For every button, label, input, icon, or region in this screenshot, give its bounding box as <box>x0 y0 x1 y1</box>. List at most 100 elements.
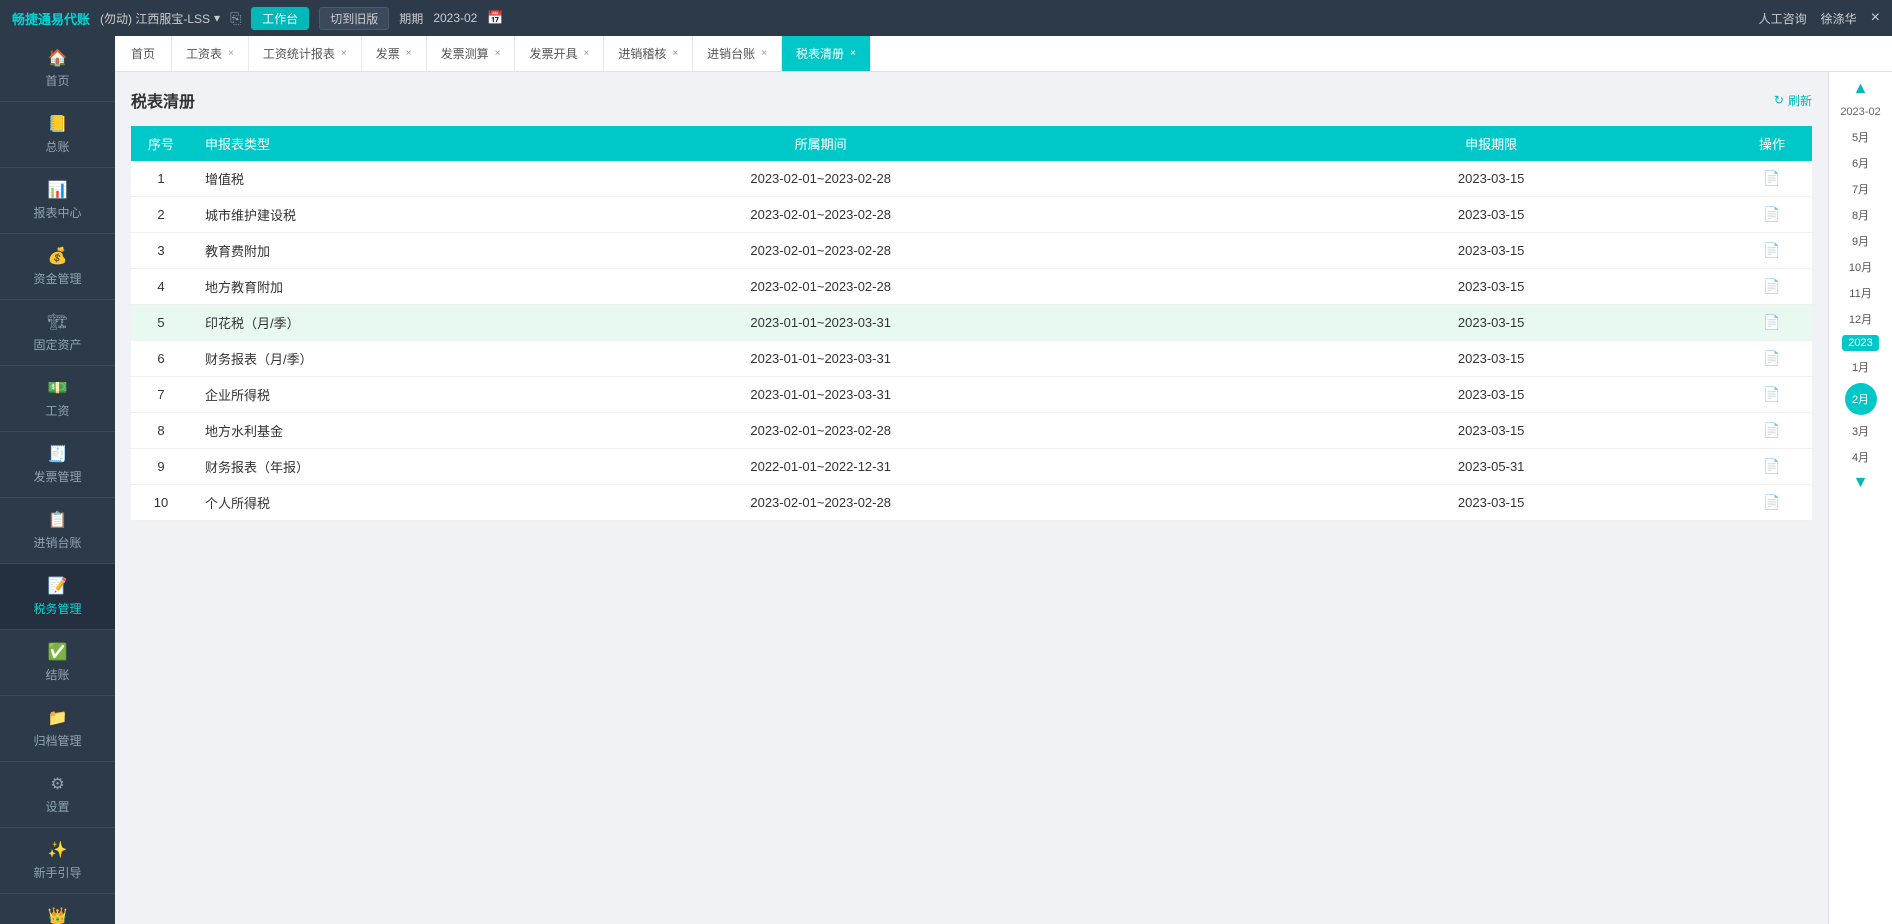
right-panel-month-2022-4[interactable]: 9月 <box>1837 228 1885 254</box>
action-icon-1[interactable]: 📄 <box>1763 206 1780 222</box>
right-panel-month-2023-1[interactable]: 2月 <box>1845 383 1877 415</box>
sidebar-item-5[interactable]: 💵 工资 <box>0 366 115 432</box>
action-icon-2[interactable]: 📄 <box>1763 242 1780 258</box>
table-row: 3 教育费附加 2023-02-01~2023-02-28 2023-03-15… <box>131 233 1812 269</box>
row-id-7: 8 <box>131 413 191 449</box>
copy-icon[interactable]: ⎘ <box>230 10 241 27</box>
row-action-9[interactable]: 📄 <box>1732 485 1812 521</box>
tab-close-5[interactable]: × <box>583 48 589 59</box>
sidebar-icon-1: 📒 <box>48 114 68 134</box>
tab-4[interactable]: 发票测算× <box>427 36 516 72</box>
switch-old-button[interactable]: 切到旧版 <box>319 7 389 30</box>
tab-close-4[interactable]: × <box>495 48 501 59</box>
tab-0[interactable]: 首页 <box>115 36 172 72</box>
sidebar-item-6[interactable]: 🧾 发票管理 <box>0 432 115 498</box>
row-type-2: 教育费附加 <box>191 233 391 269</box>
year-2023-badge[interactable]: 2023 <box>1842 335 1878 351</box>
row-action-3[interactable]: 📄 <box>1732 269 1812 305</box>
tab-close-6[interactable]: × <box>672 48 678 59</box>
sidebar-icon-10: 📁 <box>48 708 68 728</box>
right-panel-month-2022-0[interactable]: 5月 <box>1837 124 1885 150</box>
workbench-button[interactable]: 工作台 <box>251 7 309 30</box>
tab-7[interactable]: 进销台账× <box>693 36 782 72</box>
row-action-2[interactable]: 📄 <box>1732 233 1812 269</box>
tab-3[interactable]: 发票 × <box>362 36 427 72</box>
help-button[interactable]: 人工咨询 <box>1759 10 1807 27</box>
row-deadline-5: 2023-03-15 <box>1250 341 1732 377</box>
right-panel-month-2022-3[interactable]: 8月 <box>1837 202 1885 228</box>
row-action-7[interactable]: 📄 <box>1732 413 1812 449</box>
action-icon-6[interactable]: 📄 <box>1763 386 1780 402</box>
row-action-1[interactable]: 📄 <box>1732 197 1812 233</box>
refresh-button[interactable]: ↻ 刷新 <box>1774 92 1812 109</box>
tab-close-8[interactable]: × <box>850 48 856 59</box>
sidebar-item-4[interactable]: 🏗 固定资产 <box>0 300 115 366</box>
tab-1[interactable]: 工资表× <box>172 36 249 72</box>
table-row: 2 城市维护建设税 2023-02-01~2023-02-28 2023-03-… <box>131 197 1812 233</box>
sidebar-item-0[interactable]: 🏠 首页 <box>0 36 115 102</box>
row-action-4[interactable]: 📄 <box>1732 305 1812 341</box>
row-action-6[interactable]: 📄 <box>1732 377 1812 413</box>
sidebar-item-13[interactable]: 👑 畅会员 <box>0 894 115 924</box>
right-panel-up-chevron[interactable]: ▲ <box>1849 76 1873 102</box>
user-button[interactable]: 徐涤华 <box>1821 10 1857 27</box>
table-row: 4 地方教育附加 2023-02-01~2023-02-28 2023-03-1… <box>131 269 1812 305</box>
sidebar-item-3[interactable]: 💰 资金管理 <box>0 234 115 300</box>
action-icon-8[interactable]: 📄 <box>1763 458 1780 474</box>
row-action-0[interactable]: 📄 <box>1732 161 1812 197</box>
action-icon-3[interactable]: 📄 <box>1763 278 1780 294</box>
sidebar-item-2[interactable]: 📊 报表中心 <box>0 168 115 234</box>
row-period-0: 2023-02-01~2023-02-28 <box>391 161 1250 197</box>
sidebar-item-12[interactable]: ✨ 新手引导 <box>0 828 115 894</box>
main-layout: 🏠 首页 📒 总账 📊 报表中心 💰 资金管理 🏗 固定资产 💵 工资 🧾 发票… <box>0 36 1892 924</box>
row-action-8[interactable]: 📄 <box>1732 449 1812 485</box>
row-action-5[interactable]: 📄 <box>1732 341 1812 377</box>
sidebar-icon-13: 👑 <box>48 906 68 924</box>
sidebar-item-8[interactable]: 📝 税务管理 <box>0 564 115 630</box>
table-header-0: 序号 <box>131 126 191 161</box>
row-type-6: 企业所得税 <box>191 377 391 413</box>
tab-5[interactable]: 发票开具× <box>515 36 604 72</box>
row-type-9: 个人所得税 <box>191 485 391 521</box>
tab-6[interactable]: 进销稽核× <box>604 36 693 72</box>
right-panel-month-2022-1[interactable]: 6月 <box>1837 150 1885 176</box>
window-close-button[interactable]: × <box>1871 9 1880 27</box>
row-type-3: 地方教育附加 <box>191 269 391 305</box>
action-icon-5[interactable]: 📄 <box>1763 350 1780 366</box>
right-panel-month-2022-2[interactable]: 7月 <box>1837 176 1885 202</box>
sidebar-item-9[interactable]: ✅ 结账 <box>0 630 115 696</box>
sidebar-label-0: 首页 <box>45 72 69 89</box>
right-panel-month-2023-0[interactable]: 1月 <box>1837 354 1885 380</box>
right-panel-month-2022-5[interactable]: 10月 <box>1837 254 1885 280</box>
row-deadline-0: 2023-03-15 <box>1250 161 1732 197</box>
row-id-8: 9 <box>131 449 191 485</box>
action-icon-9[interactable]: 📄 <box>1763 494 1780 510</box>
company-selector[interactable]: (勿动) 江西服宝-LSS ▾ <box>100 10 220 27</box>
right-panel-down-chevron[interactable]: ▼ <box>1849 470 1873 496</box>
right-panel-month-2022-6[interactable]: 11月 <box>1837 280 1885 306</box>
row-period-9: 2023-02-01~2023-02-28 <box>391 485 1250 521</box>
tab-2[interactable]: 工资统计报表× <box>249 36 362 72</box>
tab-close-1[interactable]: × <box>228 48 234 59</box>
sidebar-item-1[interactable]: 📒 总账 <box>0 102 115 168</box>
row-id-1: 2 <box>131 197 191 233</box>
right-panel-month-2022-7[interactable]: 12月 <box>1837 306 1885 332</box>
tab-label-3: 发票 <box>376 45 400 62</box>
sidebar-item-11[interactable]: ⚙ 设置 <box>0 762 115 828</box>
sidebar-item-10[interactable]: 📁 归档管理 <box>0 696 115 762</box>
action-icon-4[interactable]: 📄 <box>1763 314 1780 330</box>
tab-close-7[interactable]: × <box>761 48 767 59</box>
calendar-icon[interactable]: 📅 <box>487 10 503 26</box>
action-icon-7[interactable]: 📄 <box>1763 422 1780 438</box>
right-panel-month-2023-2[interactable]: 3月 <box>1837 418 1885 444</box>
row-id-9: 10 <box>131 485 191 521</box>
row-id-0: 1 <box>131 161 191 197</box>
period-value[interactable]: 2023-02 <box>433 11 477 25</box>
right-panel-month-2023-3[interactable]: 4月 <box>1837 444 1885 470</box>
action-icon-0[interactable]: 📄 <box>1763 170 1780 186</box>
tab-close-3[interactable]: × <box>406 48 412 59</box>
sidebar-label-7: 进销台账 <box>33 534 81 551</box>
tab-close-2[interactable]: × <box>341 48 347 59</box>
sidebar-item-7[interactable]: 📋 进销台账 <box>0 498 115 564</box>
tab-8[interactable]: 税表清册× <box>782 36 871 72</box>
